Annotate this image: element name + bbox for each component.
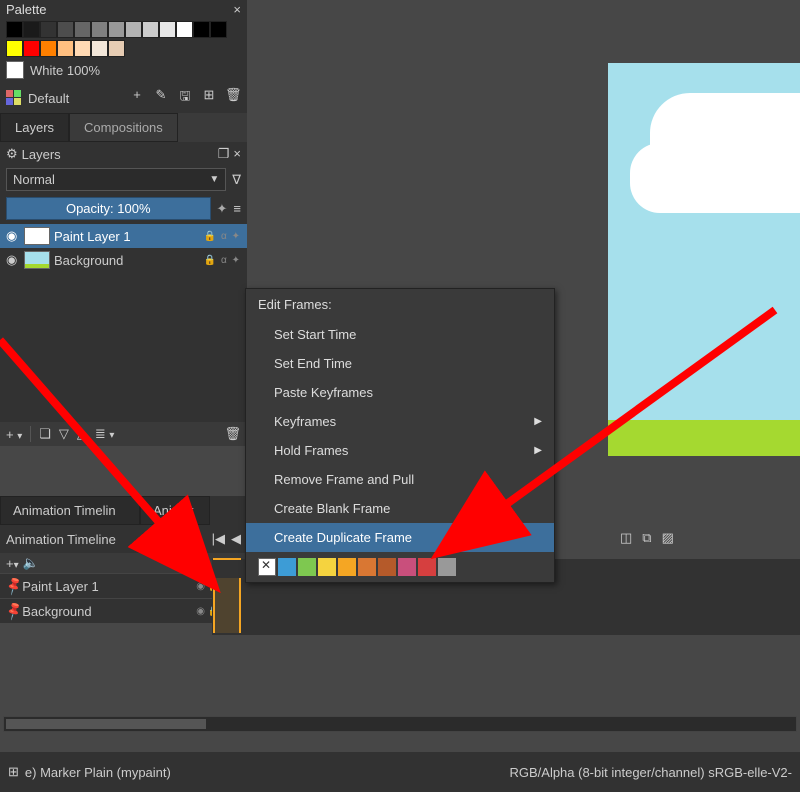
visibility-icon[interactable]: ◉ <box>6 228 20 244</box>
close-icon[interactable]: × <box>233 2 241 17</box>
layer-thumbnail <box>24 227 50 245</box>
palette-swatch[interactable] <box>176 21 193 38</box>
edit-icon[interactable]: ✎ <box>153 87 169 109</box>
palette-gray-row <box>0 19 247 38</box>
palette-swatch[interactable] <box>159 21 176 38</box>
scrollbar-thumb[interactable] <box>6 719 206 729</box>
palette-swatch[interactable] <box>23 21 40 38</box>
frame-color-swatch[interactable] <box>378 558 396 576</box>
float-icon[interactable]: ❐ <box>218 146 230 162</box>
frame-color-none[interactable] <box>258 558 276 576</box>
menu-item-label: Remove Frame and Pull <box>274 472 414 487</box>
track-name: Background <box>22 604 196 619</box>
palette-swatch[interactable] <box>6 21 23 38</box>
layer-list: ◉ Paint Layer 1 🔒 α ✦ ◉ Background 🔒 α ✦ <box>0 224 247 272</box>
palette-swatch[interactable] <box>40 40 57 57</box>
palette-color-row <box>0 38 247 57</box>
palette-preset-name: Default <box>28 91 123 106</box>
opacity-value: 100% <box>117 201 150 216</box>
layer-badges: 🔒 α ✦ <box>204 255 241 266</box>
palette-grid-icon[interactable] <box>6 90 22 106</box>
frame-color-swatch[interactable] <box>278 558 296 576</box>
palette-swatch[interactable] <box>40 21 57 38</box>
palette-swatch[interactable] <box>210 21 227 38</box>
current-color-swatch[interactable] <box>6 61 24 79</box>
frame-color-swatch[interactable] <box>298 558 316 576</box>
menu-item-label: Paste Keyframes <box>274 385 373 400</box>
menu-item-label: Create Duplicate Frame <box>274 530 412 545</box>
palette-swatch[interactable] <box>6 40 23 57</box>
opacity-label: Opacity: <box>66 201 114 216</box>
brush-name-label: e) Marker Plain (mypaint) <box>25 765 171 780</box>
tab-compositions[interactable]: Compositions <box>69 113 178 142</box>
horizontal-scrollbar[interactable] <box>3 716 797 732</box>
layer-name-label: Paint Layer 1 <box>54 229 200 244</box>
tab-layers[interactable]: Layers <box>0 113 69 142</box>
add-icon[interactable]: + <box>129 87 145 109</box>
frame-color-swatch[interactable] <box>318 558 336 576</box>
palette-swatch[interactable] <box>193 21 210 38</box>
gear-icon[interactable]: ⚙ <box>6 146 18 162</box>
palette-swatch[interactable] <box>74 21 91 38</box>
palette-swatch[interactable] <box>74 40 91 57</box>
save-icon[interactable]: 🖫 <box>177 87 193 109</box>
layer-thumbnail <box>24 251 50 269</box>
frame-color-swatch[interactable] <box>358 558 376 576</box>
canvas-cloud <box>630 143 800 213</box>
grid-view-icon[interactable]: ⊞ <box>201 87 217 109</box>
palette-swatch[interactable] <box>23 40 40 57</box>
palette-swatch[interactable] <box>142 21 159 38</box>
palette-swatch[interactable] <box>125 21 142 38</box>
filter-icon[interactable]: ∇ <box>232 172 241 188</box>
layers-docker-title: Layers <box>22 147 218 162</box>
palette-swatch[interactable] <box>57 21 74 38</box>
prev-frame-icon[interactable]: ◀ <box>231 531 241 547</box>
frame-color-swatch[interactable] <box>398 558 416 576</box>
layer-badges: 🔒 α ✦ <box>204 231 241 242</box>
blend-mode-value: Normal <box>13 172 55 187</box>
opacity-slider[interactable]: Opacity: 100% <box>6 197 211 220</box>
current-color-label: White 100% <box>30 63 100 78</box>
visibility-icon[interactable]: ◉ <box>6 252 20 268</box>
menu-item-label: Set End Time <box>274 356 352 371</box>
palette-swatch[interactable] <box>108 21 125 38</box>
menu-item-label: Keyframes <box>274 414 336 429</box>
menu-item-label: Create Blank Frame <box>274 501 390 516</box>
menu-item-label: Set Start Time <box>274 327 356 342</box>
chevron-down-icon: ▼ <box>209 174 219 185</box>
layer-name-label: Background <box>54 253 200 268</box>
palette-swatch[interactable] <box>57 40 74 57</box>
palette-title: Palette <box>6 2 233 17</box>
menu-icon[interactable]: ≡ <box>233 201 241 216</box>
layer-row[interactable]: ◉ Paint Layer 1 🔒 α ✦ <box>0 224 247 248</box>
layer-row[interactable]: ◉ Background 🔒 α ✦ <box>0 248 247 272</box>
colorspace-label: RGB/Alpha (8-bit integer/channel) sRGB-e… <box>509 765 792 780</box>
palette-swatch[interactable] <box>91 40 108 57</box>
frame-color-swatch[interactable] <box>338 558 356 576</box>
brush-preset-icon[interactable]: ⊞ <box>8 764 19 780</box>
blend-mode-select[interactable]: Normal ▼ <box>6 168 226 191</box>
menu-item-label: Hold Frames <box>274 443 348 458</box>
palette-swatch[interactable] <box>108 40 125 57</box>
close-icon[interactable]: × <box>233 146 241 162</box>
delete-icon[interactable]: 🗑 <box>225 87 241 109</box>
status-bar: ⊞ e) Marker Plain (mypaint) RGB/Alpha (8… <box>0 752 800 792</box>
palette-swatch[interactable] <box>91 21 108 38</box>
expand-icon[interactable]: ✦ <box>217 201 228 217</box>
